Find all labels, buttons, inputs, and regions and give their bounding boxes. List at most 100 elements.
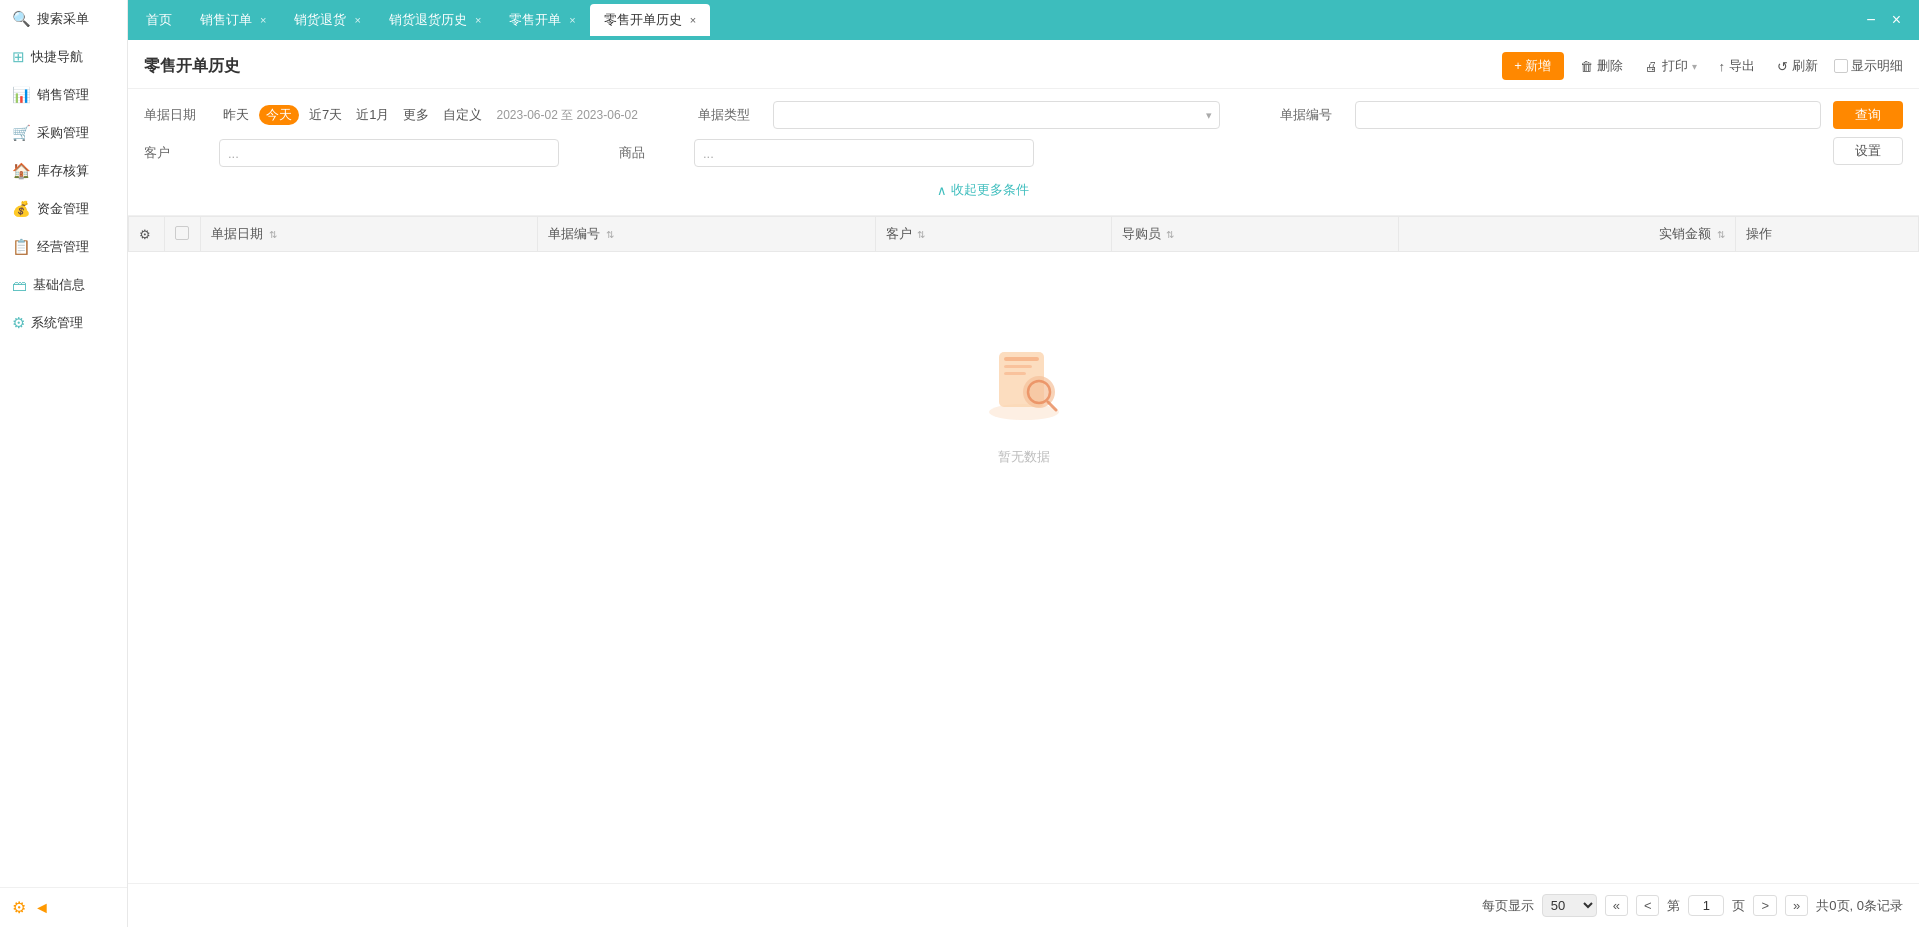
sidebar-item-purchase-mgmt[interactable]: 🛒 采购管理 [0, 114, 127, 152]
date-btn-custom[interactable]: 自定义 [439, 105, 486, 125]
next-page-btn[interactable]: > [1753, 895, 1777, 916]
last-page-btn[interactable]: » [1785, 895, 1808, 916]
tab-bar-right: − × [1860, 9, 1915, 31]
query-buttons: 查询 设置 [1833, 101, 1903, 165]
th-amount[interactable]: 实销金额 ⇅ [1398, 217, 1735, 252]
tab-sales-order-close[interactable]: × [260, 14, 266, 26]
delete-button[interactable]: 🗑 🗑 删除 删除 [1574, 54, 1629, 78]
th-amount-sort-icon: ⇅ [1717, 229, 1725, 240]
prev-page-btn[interactable]: < [1636, 895, 1660, 916]
tab-sales-return[interactable]: 销货退货 × [280, 4, 374, 36]
th-amount-label: 实销金额 [1659, 226, 1711, 241]
collapse-more-btn[interactable]: ∧ 收起更多条件 [144, 177, 1821, 203]
footer-collapse-icon[interactable]: ◄ [34, 899, 50, 917]
bill-no-label: 单据编号 [1280, 106, 1335, 124]
date-btn-last7[interactable]: 近7天 [305, 105, 346, 125]
basic-info-icon: 🗃 [12, 277, 27, 294]
th-customer[interactable]: 客户 ⇅ [875, 217, 1111, 252]
filter-fields: 单据日期 昨天 今天 近7天 近1月 更多 自定义 2023-06-02 至 2… [144, 101, 1821, 203]
date-btn-today[interactable]: 今天 [259, 105, 299, 125]
per-page-select[interactable]: 50 10 20 100 [1542, 894, 1597, 917]
date-filter-label: 单据日期 [144, 106, 199, 124]
tab-minimize-btn[interactable]: − [1860, 9, 1881, 31]
bill-type-select[interactable] [773, 101, 1221, 129]
finance-icon: 💰 [12, 200, 31, 218]
sidebar-item-operations[interactable]: 📋 经营管理 [0, 228, 127, 266]
export-button[interactable]: ↑ 导出 [1713, 54, 1762, 78]
filter-row-1: 单据日期 昨天 今天 近7天 近1月 更多 自定义 2023-06-02 至 2… [144, 101, 1821, 129]
tab-home-label: 首页 [146, 11, 172, 29]
bill-no-input[interactable] [1355, 101, 1821, 129]
pagination: 每页显示 50 10 20 100 « < 第 页 > » 共0页, 0条记录 [128, 883, 1919, 927]
add-button[interactable]: + 新增 [1502, 52, 1563, 80]
refresh-icon: ↺ [1777, 59, 1788, 74]
tab-sales-order[interactable]: 销售订单 × [186, 4, 280, 36]
filter-settings-button[interactable]: 设置 [1833, 137, 1903, 165]
sidebar-item-label: 经营管理 [37, 238, 89, 256]
tab-retail-open-close[interactable]: × [569, 14, 575, 26]
collapse-label: 收起更多条件 [951, 181, 1029, 199]
date-btn-last-month[interactable]: 近1月 [352, 105, 393, 125]
inventory-icon: 🏠 [12, 162, 31, 180]
empty-icon [974, 332, 1074, 432]
show-detail-toggle[interactable]: 显示明细 [1834, 57, 1903, 75]
sidebar-item-sales-mgmt[interactable]: 📊 销售管理 [0, 76, 127, 114]
sidebar: 🔍 搜索采单 ⊞ 快捷导航 📊 销售管理 🛒 采购管理 🏠 库存核算 💰 资金管… [0, 0, 128, 927]
print-icon: 🖨 [1645, 59, 1658, 74]
select-all-checkbox[interactable] [175, 226, 189, 240]
footer-settings-icon[interactable]: ⚙ [12, 898, 26, 917]
th-date-sort-icon: ⇅ [269, 229, 277, 240]
quick-nav-icon: ⊞ [12, 48, 25, 66]
date-btn-more[interactable]: 更多 [399, 105, 433, 125]
main-area: 首页 销售订单 × 销货退货 × 销货退货历史 × 零售开单 × 零售开单历史 … [128, 0, 1919, 927]
th-checkbox[interactable] [165, 217, 201, 252]
th-salesperson[interactable]: 导购员 ⇅ [1111, 217, 1398, 252]
sidebar-item-inventory[interactable]: 🏠 库存核算 [0, 152, 127, 190]
th-salesperson-label: 导购员 [1122, 226, 1161, 241]
purchase-mgmt-icon: 🛒 [12, 124, 31, 142]
sidebar-search[interactable]: 🔍 搜索采单 [0, 0, 127, 38]
empty-state: 暂无数据 [128, 252, 1919, 546]
show-detail-checkbox[interactable] [1834, 59, 1848, 73]
tab-sales-order-label: 销售订单 [200, 11, 252, 29]
sidebar-item-finance[interactable]: 💰 资金管理 [0, 190, 127, 228]
th-settings[interactable]: ⚙ [129, 217, 165, 252]
tab-retail-open-history[interactable]: 零售开单历史 × [590, 4, 710, 36]
sidebar-item-sys-mgmt[interactable]: ⚙ 系统管理 [0, 304, 127, 342]
page-header: 零售开单历史 + 新增 🗑 🗑 删除 删除 🖨 打印 ▾ ↑ 导出 [128, 40, 1919, 89]
product-filter-label: 商品 [619, 144, 674, 162]
sidebar-item-label: 系统管理 [31, 314, 83, 332]
sidebar-item-label: 库存核算 [37, 162, 89, 180]
sys-mgmt-icon: ⚙ [12, 314, 25, 332]
th-salesperson-sort-icon: ⇅ [1166, 229, 1174, 240]
th-no-sort-icon: ⇅ [606, 229, 614, 240]
collapse-up-icon: ∧ [937, 183, 947, 198]
tab-sales-return-close[interactable]: × [354, 14, 360, 26]
product-input[interactable]: ... [694, 139, 1034, 167]
sidebar-item-label: 资金管理 [37, 200, 89, 218]
refresh-button[interactable]: ↺ 刷新 [1771, 54, 1824, 78]
export-icon: ↑ [1719, 59, 1726, 74]
customer-input[interactable]: ... [219, 139, 559, 167]
date-btn-yesterday[interactable]: 昨天 [219, 105, 253, 125]
sidebar-item-quick-nav[interactable]: ⊞ 快捷导航 [0, 38, 127, 76]
tab-retail-open-history-close[interactable]: × [690, 14, 696, 26]
page-number-input[interactable] [1688, 895, 1724, 916]
first-page-btn[interactable]: « [1605, 895, 1628, 916]
tab-retail-open-history-label: 零售开单历史 [604, 11, 682, 29]
query-button[interactable]: 查询 [1833, 101, 1903, 129]
svg-rect-2 [1004, 357, 1039, 361]
sidebar-item-basic-info[interactable]: 🗃 基础信息 [0, 266, 127, 304]
tab-home[interactable]: 首页 [132, 4, 186, 36]
tab-sales-return-history[interactable]: 销货退货历史 × [375, 4, 495, 36]
tab-sales-return-history-close[interactable]: × [475, 14, 481, 26]
th-no[interactable]: 单据编号 ⇅ [538, 217, 875, 252]
table-container: ⚙ 单据日期 ⇅ 单据编号 ⇅ 客户 [128, 216, 1919, 883]
th-date[interactable]: 单据日期 ⇅ [201, 217, 538, 252]
sidebar-item-label: 销售管理 [37, 86, 89, 104]
sales-mgmt-icon: 📊 [12, 86, 31, 104]
th-action: 操作 [1735, 217, 1918, 252]
print-button[interactable]: 🖨 打印 ▾ [1639, 54, 1703, 78]
tab-retail-open[interactable]: 零售开单 × [495, 4, 589, 36]
tab-close-all-btn[interactable]: × [1886, 9, 1907, 31]
